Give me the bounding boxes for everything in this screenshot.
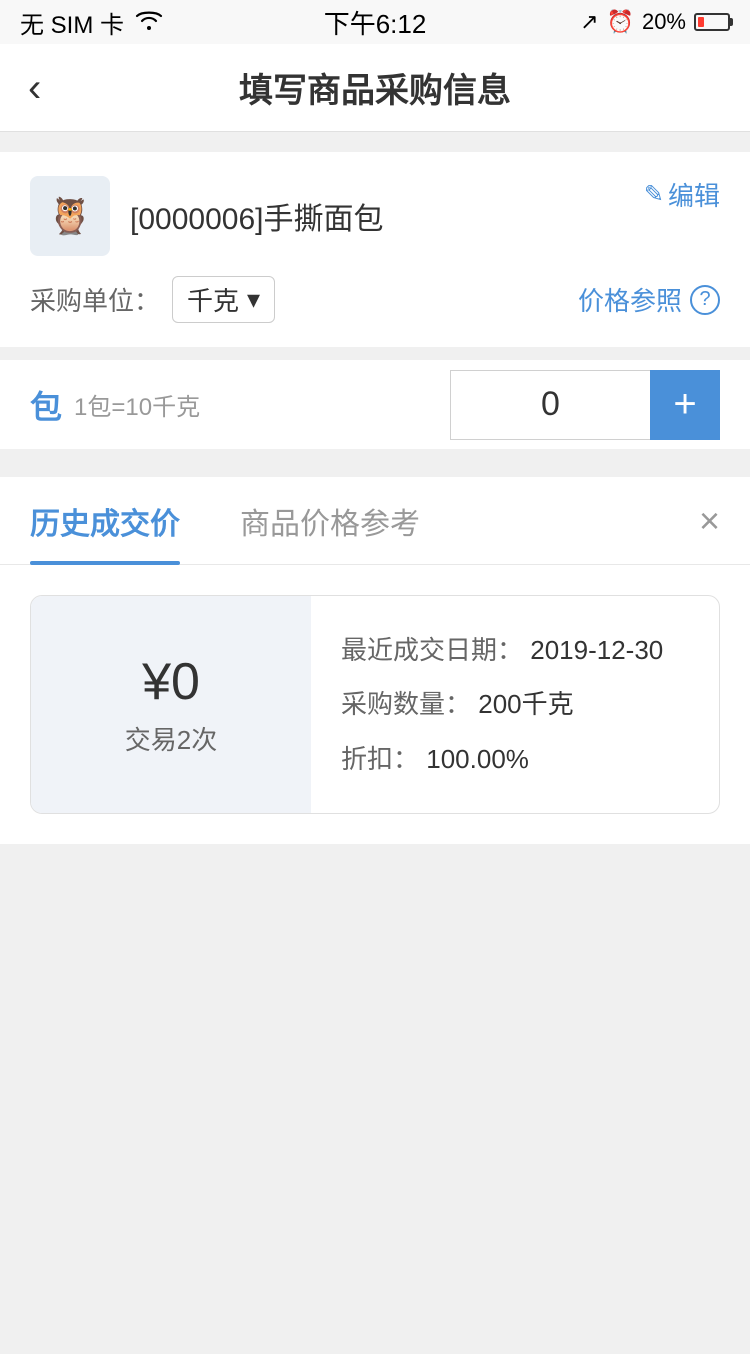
unit-select[interactable]: 千克 ▾ [172, 276, 275, 323]
chevron-down-icon: ▾ [247, 284, 260, 315]
carrier-label: 无 SIM 卡 [20, 5, 124, 40]
quantity-input[interactable] [450, 370, 650, 440]
tabs-header: 历史成交价 商品价格参考 × [0, 477, 750, 565]
transaction-card: ¥0 交易2次 最近成交日期： 2019-12-30 采购数量： 200千克 折… [30, 595, 720, 814]
edit-icon: ✎ [644, 180, 664, 209]
status-right: ↗ ⏰ 20% [580, 9, 730, 35]
wifi-icon [134, 8, 164, 37]
qty-value: 200千克 [478, 689, 573, 719]
alarm-icon: ⏰ [607, 9, 634, 35]
product-left: 🦉 [0000006]手撕面包 [30, 176, 383, 256]
discount-label: 折扣： [341, 744, 419, 774]
product-unit-row: 采购单位： 千克 ▾ 价格参照 ? [30, 276, 720, 323]
product-header: 🦉 [0000006]手撕面包 ✎ 编辑 [30, 176, 720, 256]
separator-1 [0, 347, 750, 355]
back-button[interactable]: ‹ [28, 68, 41, 108]
transaction-price-section: ¥0 交易2次 [31, 596, 311, 813]
transaction-count: 交易2次 [125, 720, 217, 757]
battery-icon [694, 13, 730, 31]
transaction-price: ¥0 [142, 652, 200, 712]
transaction-details: 最近成交日期： 2019-12-30 采购数量： 200千克 折扣： 100.0… [311, 596, 719, 813]
edit-button[interactable]: ✎ 编辑 [644, 176, 720, 213]
tab-underline [30, 561, 180, 565]
date-label: 最近成交日期： [341, 635, 523, 665]
nav-bar: ‹ 填写商品采购信息 [0, 44, 750, 132]
separator-2 [0, 449, 750, 457]
page-body: 🦉 [0000006]手撕面包 ✎ 编辑 采购单位： 千克 ▾ 价格参照 ? [0, 152, 750, 1354]
status-time: 下午6:12 [324, 4, 427, 41]
page-title: 填写商品采购信息 [239, 63, 511, 112]
help-icon: ? [690, 285, 720, 315]
quantity-plus-button[interactable]: + [650, 370, 720, 440]
discount-value: 100.00% [426, 744, 529, 774]
tabs-panel: 历史成交价 商品价格参考 × ¥0 交易2次 最近成交日期： 2 [0, 477, 750, 844]
battery-percent: 20% [642, 9, 686, 35]
transaction-date-row: 最近成交日期： 2019-12-30 [341, 632, 689, 668]
status-left: 无 SIM 卡 [20, 5, 164, 40]
product-name: [0000006]手撕面包 [130, 194, 383, 238]
quantity-left: 包 1包=10千克 [30, 382, 200, 428]
quantity-section: 包 1包=10千克 + [0, 359, 750, 449]
tabs-close-button[interactable]: × [699, 503, 720, 539]
unit-label: 采购单位： [30, 281, 160, 318]
product-card: 🦉 [0000006]手撕面包 ✎ 编辑 采购单位： 千克 ▾ 价格参照 ? [0, 152, 750, 347]
status-bar: 无 SIM 卡 下午6:12 ↗ ⏰ 20% [0, 0, 750, 44]
quantity-right: + [450, 370, 720, 440]
product-thumbnail: 🦉 [30, 176, 110, 256]
tab1-label: 历史成交价 [30, 499, 180, 543]
transaction-discount-row: 折扣： 100.00% [341, 741, 689, 777]
owl-icon: 🦉 [48, 195, 93, 237]
qty-label: 采购数量： [341, 689, 471, 719]
bag-unit-label: 包 [30, 382, 62, 428]
date-value: 2019-12-30 [530, 635, 663, 665]
price-ref-label: 价格参照 [578, 281, 682, 318]
bag-sub-label: 1包=10千克 [74, 387, 200, 422]
location-icon: ↗ [580, 9, 598, 35]
transaction-qty-row: 采购数量： 200千克 [341, 686, 689, 722]
tab-content: ¥0 交易2次 最近成交日期： 2019-12-30 采购数量： 200千克 折… [0, 565, 750, 844]
price-ref-button[interactable]: 价格参照 ? [578, 281, 720, 318]
tab2-label: 商品价格参考 [240, 499, 420, 543]
edit-label: 编辑 [668, 176, 720, 213]
tabs-left: 历史成交价 商品价格参考 [30, 477, 420, 565]
unit-value: 千克 [187, 281, 239, 318]
tab-product-price-ref[interactable]: 商品价格参考 [240, 477, 420, 565]
tab-history-price[interactable]: 历史成交价 [30, 477, 180, 565]
